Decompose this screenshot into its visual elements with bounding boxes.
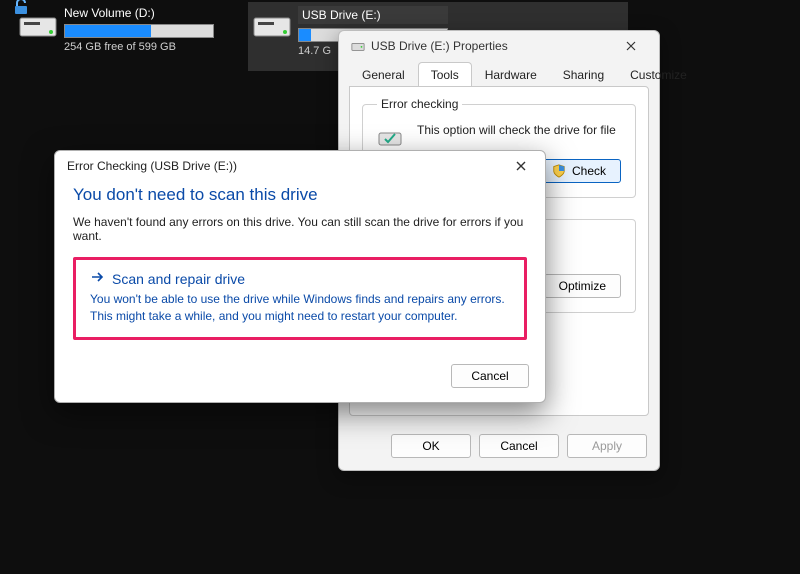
apply-button[interactable]: Apply xyxy=(567,434,647,458)
dialog-cancel-button[interactable]: Cancel xyxy=(451,364,529,388)
check-button-label: Check xyxy=(572,164,606,178)
option-title: Scan and repair drive xyxy=(112,271,245,287)
error-checking-legend: Error checking xyxy=(377,97,462,111)
usage-fill xyxy=(299,29,311,41)
padlock-unlocked-icon xyxy=(12,0,30,16)
dialog-title: Error Checking (USB Drive (E:)) xyxy=(67,159,501,173)
properties-title: USB Drive (E:) Properties xyxy=(371,39,609,53)
uac-shield-icon xyxy=(552,164,566,178)
tab-hardware[interactable]: Hardware xyxy=(472,62,550,87)
error-checking-dialog: Error Checking (USB Drive (E:)) You don'… xyxy=(54,150,546,403)
dialog-titlebar[interactable]: Error Checking (USB Drive (E:)) xyxy=(55,151,545,181)
dialog-subtext: We haven't found any errors on this driv… xyxy=(73,215,527,243)
error-checking-desc: This option will check the drive for fil… xyxy=(417,123,621,137)
properties-titlebar[interactable]: USB Drive (E:) Properties xyxy=(339,31,659,61)
drive-card-d[interactable]: New Volume (D:) 254 GB free of 599 GB xyxy=(14,2,222,61)
usb-drive-icon xyxy=(252,8,292,38)
tab-general[interactable]: General xyxy=(349,62,418,87)
drive-free-text: 254 GB free of 599 GB xyxy=(64,41,214,53)
cancel-button[interactable]: Cancel xyxy=(479,434,559,458)
dialog-close-button[interactable] xyxy=(501,153,541,179)
drive-name: New Volume (D:) xyxy=(64,6,214,20)
tab-customize[interactable]: Customize xyxy=(617,62,700,87)
tab-sharing[interactable]: Sharing xyxy=(550,62,617,87)
check-button[interactable]: Check xyxy=(537,159,621,183)
tab-tools[interactable]: Tools xyxy=(418,62,472,87)
close-button[interactable] xyxy=(609,32,653,60)
optimize-button-label: Optimize xyxy=(559,279,606,293)
ok-button[interactable]: OK xyxy=(391,434,471,458)
scan-and-repair-option[interactable]: Scan and repair drive You won't be able … xyxy=(73,257,527,340)
properties-actions: OK Cancel Apply xyxy=(339,426,659,470)
optimize-button[interactable]: Optimize xyxy=(544,274,621,298)
unlocked-drive-icon xyxy=(18,8,58,38)
check-disk-icon xyxy=(377,123,403,149)
drive-small-icon xyxy=(351,39,365,53)
properties-tabs: General Tools Hardware Sharing Customize xyxy=(339,61,659,86)
usage-fill xyxy=(65,25,151,37)
option-desc: You won't be able to use the drive while… xyxy=(90,291,510,325)
usage-bar xyxy=(64,24,214,38)
dialog-heading: You don't need to scan this drive xyxy=(73,185,527,205)
arrow-right-icon xyxy=(90,270,104,287)
drive-name: USB Drive (E:) xyxy=(298,6,448,24)
close-icon xyxy=(516,161,526,171)
